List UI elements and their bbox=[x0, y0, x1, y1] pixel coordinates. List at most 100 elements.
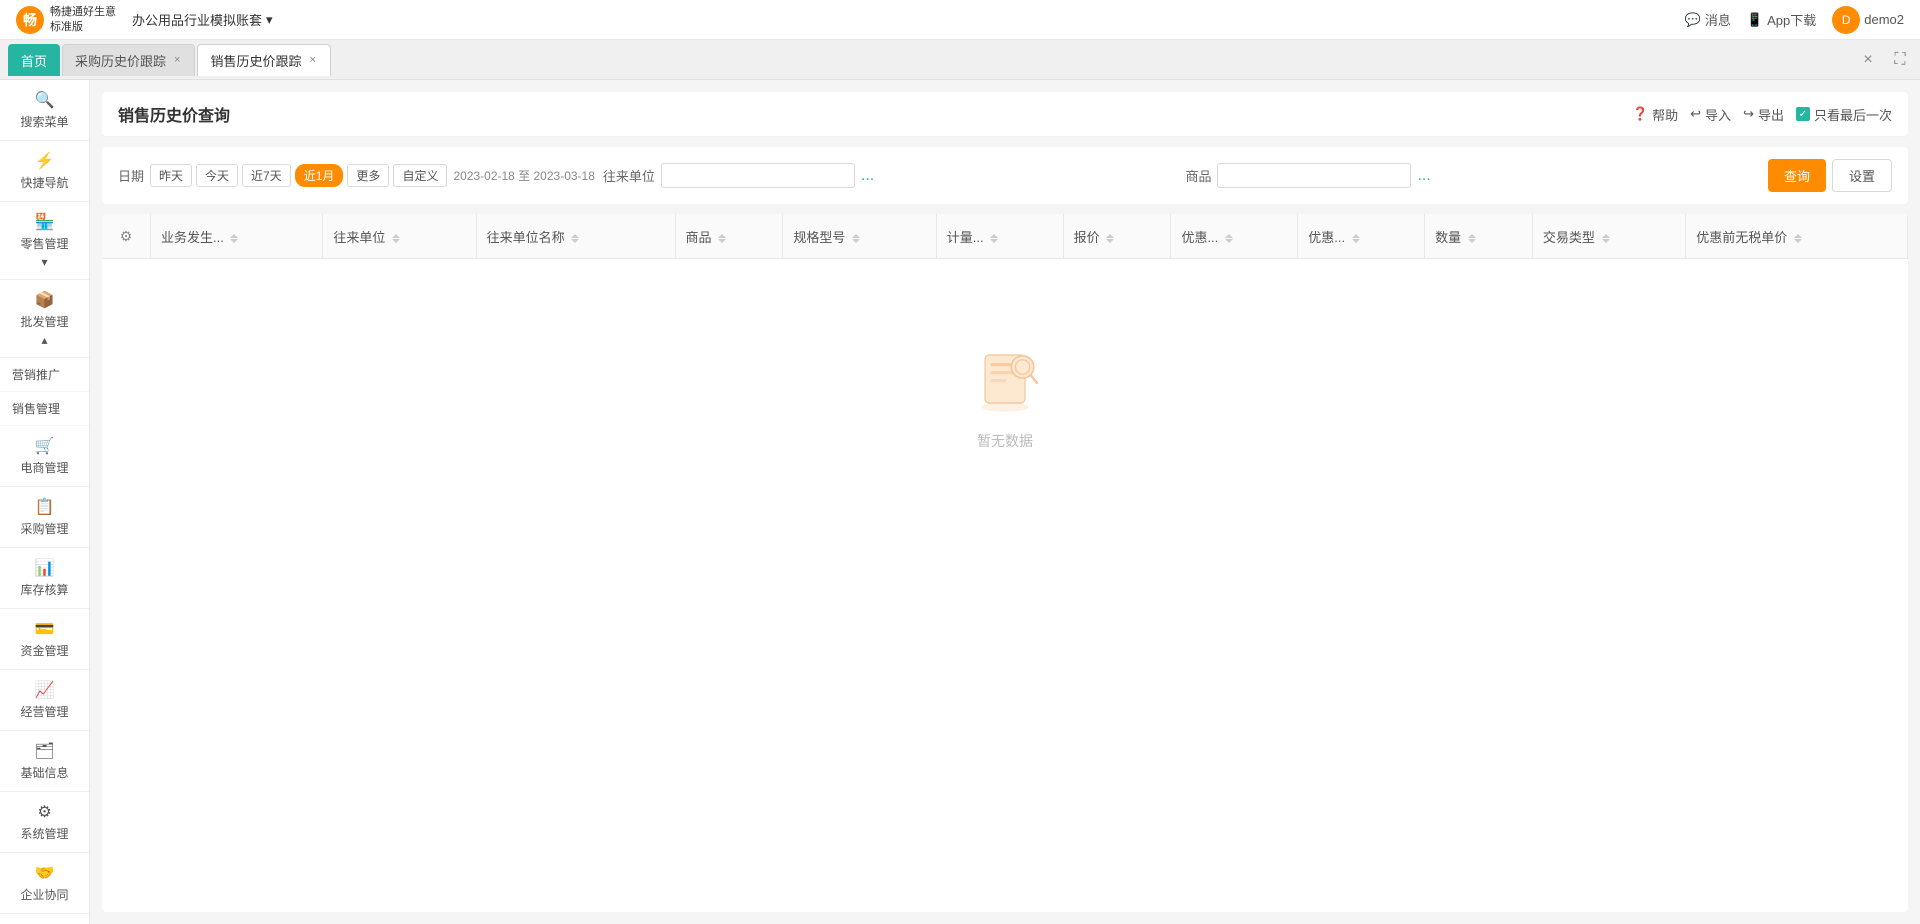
sidebar-item-retail[interactable]: 🏪 零售管理 ▾ bbox=[0, 202, 89, 280]
tab-sales-history[interactable]: 销售历史价跟踪 × bbox=[197, 44, 330, 76]
shortcuts-icon: ⚡ bbox=[35, 151, 55, 171]
th-unit[interactable]: 计量... bbox=[936, 214, 1063, 259]
empty-icon bbox=[965, 339, 1045, 419]
message-action[interactable]: 💬 消息 bbox=[1685, 10, 1731, 29]
table-container: ⚙ 业务发生... 往来单位 bbox=[102, 214, 1908, 912]
partner-dots[interactable]: ... bbox=[861, 167, 874, 185]
date-btn-1month[interactable]: 近1月 bbox=[295, 164, 344, 187]
page-title-bar: 销售历史价查询 ❓ 帮助 ↩ 导入 ↪ 导出 ✓ bbox=[102, 92, 1908, 137]
th-partner-name[interactable]: 往来单位名称 bbox=[476, 214, 675, 259]
top-header: 畅 畅捷通好生意 标准版 办公用品行业模拟账套 ▾ 💬 消息 📱 App下载 D… bbox=[0, 0, 1920, 40]
sidebar-item-guide[interactable]: 🎯 新手引导 bbox=[0, 914, 89, 924]
help-action[interactable]: ❓ 帮助 bbox=[1632, 105, 1678, 124]
sort-product-icon bbox=[718, 234, 726, 243]
sidebar-item-system[interactable]: ⚙ 系统管理 bbox=[0, 792, 89, 853]
close-tab-action[interactable]: × bbox=[1856, 48, 1880, 72]
sidebar-item-basic[interactable]: 🗂 基础信息 bbox=[0, 731, 89, 792]
import-action[interactable]: ↩ 导入 bbox=[1690, 105, 1731, 124]
sort-pretax-price-icon bbox=[1794, 234, 1802, 243]
download-label: App下载 bbox=[1767, 10, 1816, 29]
search-icon: 🔍 bbox=[35, 90, 55, 110]
th-pretax-price[interactable]: 优惠前无税单价 bbox=[1686, 214, 1908, 259]
sort-spec-icon bbox=[852, 234, 860, 243]
date-btn-today[interactable]: 今天 bbox=[196, 164, 238, 187]
th-business-date[interactable]: 业务发生... bbox=[151, 214, 323, 259]
date-buttons: 昨天 今天 近7天 近1月 更多 自定义 bbox=[150, 164, 447, 187]
th-spec[interactable]: 规格型号 bbox=[783, 214, 936, 259]
tab-sales-label: 销售历史价跟踪 bbox=[210, 51, 301, 70]
sort-quantity-icon bbox=[1468, 234, 1476, 243]
download-app-action[interactable]: 📱 App下载 bbox=[1747, 10, 1816, 29]
sort-unit-icon bbox=[990, 234, 998, 243]
sidebar-shortcuts-label: 快捷导航 bbox=[20, 174, 68, 191]
th-discount1[interactable]: 优惠... bbox=[1171, 214, 1298, 259]
th-discount2[interactable]: 优惠... bbox=[1298, 214, 1425, 259]
sidebar-item-purchase[interactable]: 📋 采购管理 bbox=[0, 487, 89, 548]
import-icon: ↩ bbox=[1690, 106, 1701, 122]
product-dots[interactable]: ... bbox=[1417, 167, 1430, 185]
product-label: 商品 bbox=[1185, 166, 1211, 185]
user-label: demo2 bbox=[1864, 12, 1904, 27]
finance-icon: 💳 bbox=[35, 619, 55, 639]
tab-purchase-history[interactable]: 采购历史价跟踪 × bbox=[62, 44, 195, 76]
query-button[interactable]: 查询 bbox=[1768, 159, 1826, 192]
sidebar-item-shortcuts[interactable]: ⚡ 快捷导航 bbox=[0, 141, 89, 202]
message-label: 消息 bbox=[1705, 10, 1731, 29]
settings-button[interactable]: 设置 bbox=[1832, 159, 1892, 192]
export-label: 导出 bbox=[1758, 105, 1784, 124]
sidebar-item-enterprise[interactable]: 🤝 企业协同 bbox=[0, 853, 89, 914]
sort-quoted-price-icon bbox=[1106, 234, 1114, 243]
tab-purchase-label: 采购历史价跟踪 bbox=[75, 51, 166, 70]
sidebar-item-operations[interactable]: 📈 经营管理 bbox=[0, 670, 89, 731]
sidebar-sub-sales[interactable]: 销售管理 bbox=[0, 392, 89, 426]
wholesale-icon: 📦 bbox=[35, 290, 55, 310]
tab-home[interactable]: 首页 bbox=[8, 44, 60, 76]
date-btn-7days[interactable]: 近7天 bbox=[242, 164, 291, 187]
logo-area: 畅 畅捷通好生意 标准版 bbox=[16, 5, 116, 34]
retail-icon: 🏪 bbox=[35, 212, 55, 232]
sidebar-sub-marketing[interactable]: 营销推广 bbox=[0, 358, 89, 392]
user-action[interactable]: D demo2 bbox=[1832, 6, 1904, 34]
partner-label: 往来单位 bbox=[603, 166, 655, 185]
workspace-label: 办公用品行业模拟账套 bbox=[132, 10, 262, 29]
enterprise-icon: 🤝 bbox=[35, 863, 55, 883]
th-quoted-price[interactable]: 报价 bbox=[1063, 214, 1171, 259]
main-layout: 🔍 搜索菜单 ⚡ 快捷导航 🏪 零售管理 ▾ 📦 批发管理 ▴ 营销推广 销售管… bbox=[0, 80, 1920, 924]
sidebar-item-inventory[interactable]: 📊 库存核算 bbox=[0, 548, 89, 609]
th-product[interactable]: 商品 bbox=[675, 214, 783, 259]
date-btn-custom[interactable]: 自定义 bbox=[393, 164, 447, 187]
th-partner-code[interactable]: 往来单位 bbox=[323, 214, 476, 259]
only-last-checkbox[interactable]: ✓ 只看最后一次 bbox=[1796, 105, 1892, 124]
operations-icon: 📈 bbox=[35, 680, 55, 700]
sidebar-search-label: 搜索菜单 bbox=[20, 113, 68, 130]
sidebar-inventory-label: 库存核算 bbox=[20, 581, 68, 598]
workspace-selector[interactable]: 办公用品行业模拟账套 ▾ bbox=[124, 6, 281, 33]
tab-purchase-close[interactable]: × bbox=[172, 53, 182, 68]
partner-filter-group: 往来单位 ... bbox=[603, 163, 1178, 188]
export-action[interactable]: ↪ 导出 bbox=[1743, 105, 1784, 124]
product-input[interactable] bbox=[1217, 163, 1411, 188]
sidebar-item-search[interactable]: 🔍 搜索菜单 bbox=[0, 80, 89, 141]
empty-text: 暂无数据 bbox=[977, 431, 1033, 451]
page-title-actions: ❓ 帮助 ↩ 导入 ↪ 导出 ✓ 只看最后一次 bbox=[1632, 105, 1892, 124]
fullscreen-action[interactable]: ⛶ bbox=[1888, 48, 1912, 72]
sidebar-item-wholesale[interactable]: 📦 批发管理 ▴ bbox=[0, 280, 89, 358]
sort-partner-name-icon bbox=[571, 234, 579, 243]
sidebar-purchase-label: 采购管理 bbox=[20, 520, 68, 537]
sidebar-sales-label: 销售管理 bbox=[12, 402, 60, 416]
th-quantity[interactable]: 数量 bbox=[1425, 214, 1533, 259]
sidebar-wholesale-label: 批发管理 bbox=[20, 313, 68, 330]
sort-partner-code-icon bbox=[392, 234, 400, 243]
sidebar-item-finance[interactable]: 💳 资金管理 bbox=[0, 609, 89, 670]
date-btn-more[interactable]: 更多 bbox=[347, 164, 389, 187]
partner-input[interactable] bbox=[661, 163, 855, 188]
checkbox-icon: ✓ bbox=[1796, 107, 1810, 121]
th-trade-type[interactable]: 交易类型 bbox=[1532, 214, 1685, 259]
date-btn-yesterday[interactable]: 昨天 bbox=[150, 164, 192, 187]
sidebar-item-ecommerce[interactable]: 🛒 电商管理 bbox=[0, 426, 89, 487]
sidebar-marketing-label: 营销推广 bbox=[12, 368, 60, 382]
table-settings-btn[interactable]: ⚙ bbox=[112, 222, 140, 250]
tab-sales-close[interactable]: × bbox=[307, 53, 317, 68]
empty-state: 暂无数据 bbox=[102, 259, 1908, 531]
help-icon: ❓ bbox=[1632, 106, 1648, 122]
